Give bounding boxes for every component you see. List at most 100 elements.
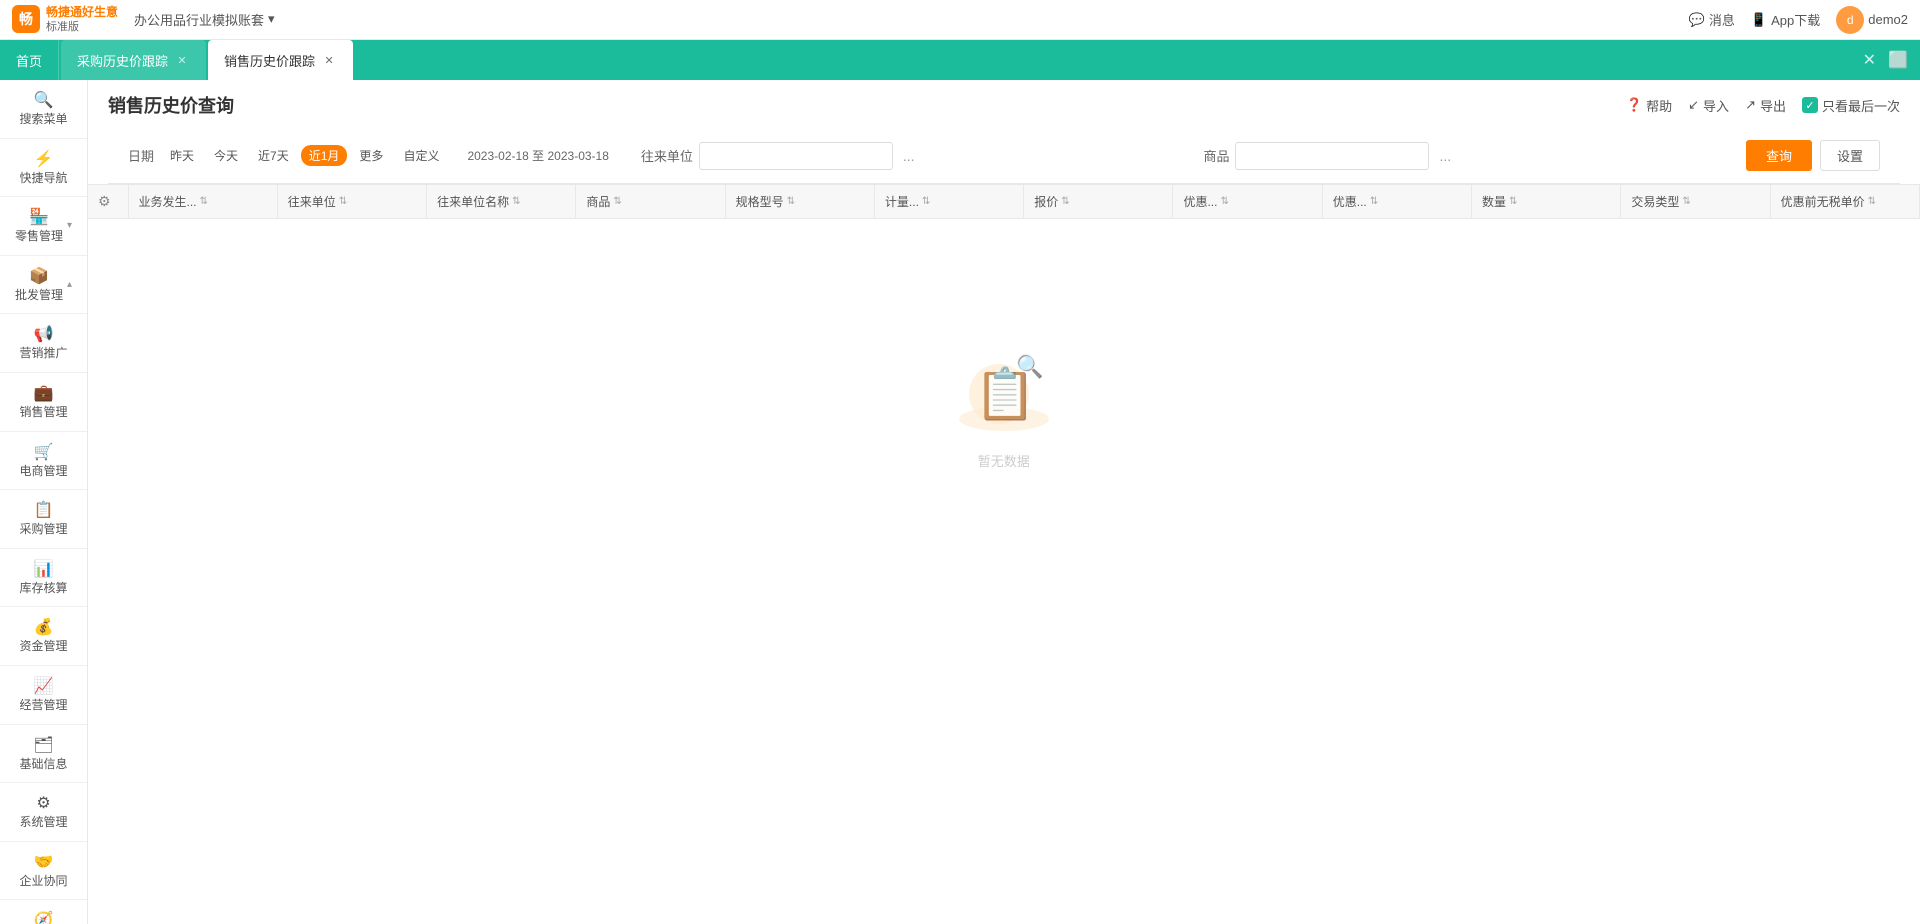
close-all-tabs-icon[interactable]: ✕ [1859,46,1880,74]
date-tab-custom[interactable]: 自定义 [395,145,447,166]
date-tab-1month[interactable]: 近1月 [301,145,348,166]
sidebar-item-inventory[interactable]: 📊 库存核算 [0,549,87,608]
partner-name-header[interactable]: 往来单位名称 ⇅ [427,185,576,219]
marketing-icon: 📢 [34,324,54,344]
top-bar-right: 💬 消息 📱 App下载 d demo2 [1689,6,1908,34]
column-settings-icon[interactable]: ⚙ [98,193,111,209]
settings-button[interactable]: 设置 [1820,140,1880,171]
sort-icon: ⇅ [787,196,795,207]
checkbox-icon: ✓ [1802,97,1818,113]
discount1-header[interactable]: 优惠... ⇅ [1173,185,1322,219]
close-sales-tab-icon[interactable]: ✕ [321,52,337,68]
message-action[interactable]: 💬 消息 [1689,10,1735,29]
table-container: ⚙ 业务发生... ⇅ 往来单位 ⇅ [88,185,1920,924]
date-tab-today[interactable]: 今天 [206,145,246,166]
export-action[interactable]: ↗ 导出 [1745,96,1786,115]
top-bar: 畅 畅捷通好生意 标准版 办公用品行业模拟账套 ▾ 💬 消息 📱 App下载 d… [0,0,1920,40]
message-icon: 💬 [1689,12,1705,28]
sidebar-item-search[interactable]: 🔍 搜索菜单 [0,80,87,139]
chevron-up-icon: ▴ [67,279,72,290]
sidebar-item-wholesale[interactable]: 📦 批发管理 ▴ [0,256,87,315]
enterprise-icon: 🤝 [34,852,54,872]
system-icon: ⚙ [36,793,50,813]
app-download-icon: 📱 [1751,12,1767,28]
empty-svg: 📋 🔍 [944,339,1064,439]
date-range-display: 2023-02-18 至 2023-03-18 [467,147,608,164]
empty-state-row: 📋 🔍 暂无数据 [88,219,1920,591]
biz-date-header[interactable]: 业务发生... ⇅ [128,185,277,219]
sidebar-item-finance[interactable]: 💰 资金管理 [0,607,87,666]
logo-icon: 畅 [12,5,40,33]
sort-icon: ⇅ [1509,196,1517,207]
only-last-checkbox[interactable]: ✓ 只看最后一次 [1802,96,1900,115]
partner-code-header[interactable]: 往来单位 ⇅ [277,185,426,219]
settings-column-header[interactable]: ⚙ [88,185,128,219]
top-bar-left: 畅 畅捷通好生意 标准版 办公用品行业模拟账套 ▾ [12,5,283,35]
goods-label: 商品 [1203,146,1229,165]
sidebar-item-purchase[interactable]: 📋 采购管理 [0,490,87,549]
sidebar-item-operations[interactable]: 📈 经营管理 [0,666,87,725]
unit-header[interactable]: 计量... ⇅ [874,185,1023,219]
quote-price-header[interactable]: 报价 ⇅ [1024,185,1173,219]
partner-dots-icon[interactable]: ... [899,148,919,164]
ecommerce-icon: 🛒 [34,442,54,462]
sidebar-item-enterprise[interactable]: 🤝 企业协同 [0,842,87,901]
sort-icon: ⇅ [1370,196,1378,207]
discount2-header[interactable]: 优惠... ⇅ [1322,185,1471,219]
sidebar-item-newbie[interactable]: 🧭 新手引导 [0,900,87,924]
quantity-header[interactable]: 数量 ⇅ [1472,185,1621,219]
sort-icon: ⇅ [200,196,208,207]
goods-header[interactable]: 商品 ⇅ [576,185,725,219]
help-action[interactable]: ❓ 帮助 [1626,96,1672,115]
maximize-icon[interactable]: ⬜ [1884,46,1912,74]
tab-sales-history[interactable]: 销售历史价跟踪 ✕ [208,40,353,80]
date-tab-more[interactable]: 更多 [351,145,391,166]
trade-type-header[interactable]: 交易类型 ⇅ [1621,185,1770,219]
date-label: 日期 [128,146,154,165]
tab-home[interactable]: 首页 [0,40,59,80]
pretax-price-header[interactable]: 优惠前无税单价 ⇅ [1770,185,1919,219]
data-table: ⚙ 业务发生... ⇅ 往来单位 ⇅ [88,185,1920,590]
page-title-row: 销售历史价查询 ❓ 帮助 ↙ 导入 ↗ 导出 ✓ [108,92,1900,118]
tab-purchase-history[interactable]: 采购历史价跟踪 ✕ [61,40,206,80]
empty-illustration: 📋 🔍 [944,339,1064,439]
sales-icon: 💼 [34,383,54,403]
app-selector[interactable]: 办公用品行业模拟账套 ▾ [126,6,283,33]
sidebar-item-retail[interactable]: 🏪 零售管理 ▾ [0,197,87,256]
partner-input[interactable] [699,142,893,170]
search-icon: 🔍 [34,90,54,110]
user-profile[interactable]: d demo2 [1836,6,1908,34]
sidebar-item-system[interactable]: ⚙ 系统管理 [0,783,87,842]
sort-icon: ⇅ [1061,196,1069,207]
close-purchase-tab-icon[interactable]: ✕ [174,52,190,68]
goods-filter-group: 商品 ... [1203,142,1734,170]
chevron-down-icon: ▾ [67,220,72,231]
goods-dots-icon[interactable]: ... [1435,148,1455,164]
wholesale-icon: 📦 [29,266,49,286]
sort-icon: ⇅ [1682,196,1690,207]
purchase-icon: 📋 [34,500,54,520]
sort-icon: ⇅ [1220,196,1228,207]
sales-history-tab-label: 销售历史价跟踪 [224,51,315,70]
newbie-icon: 🧭 [34,910,54,924]
export-icon: ↗ [1745,97,1756,113]
date-tab-7days[interactable]: 近7天 [250,145,297,166]
sidebar-item-sales[interactable]: 💼 销售管理 [0,373,87,432]
sidebar-item-ecommerce[interactable]: 🛒 电商管理 [0,432,87,491]
query-button[interactable]: 查询 [1746,140,1812,171]
help-icon: ❓ [1626,97,1642,113]
sidebar-item-basic-info[interactable]: 🗂 基础信息 [0,725,87,784]
sort-icon: ⇅ [922,196,930,207]
import-action[interactable]: ↙ 导入 [1688,96,1729,115]
goods-input[interactable] [1235,142,1429,170]
sidebar-item-marketing[interactable]: 📢 营销推广 [0,314,87,373]
partner-label: 往来单位 [641,146,693,165]
sidebar: 🔍 搜索菜单 ⚡ 快捷导航 🏪 零售管理 ▾ 📦 批发管理 ▴ 📢 营销推广 [0,80,88,924]
app-download-action[interactable]: 📱 App下载 [1751,10,1820,29]
date-tab-yesterday[interactable]: 昨天 [162,145,202,166]
spec-header[interactable]: 规格型号 ⇅ [725,185,874,219]
partner-filter-group: 往来单位 ... [641,142,1172,170]
sidebar-item-shortcuts[interactable]: ⚡ 快捷导航 [0,139,87,198]
date-tabs: 昨天 今天 近7天 近1月 更多 自定义 [162,145,447,166]
sort-icon: ⇅ [512,196,520,207]
